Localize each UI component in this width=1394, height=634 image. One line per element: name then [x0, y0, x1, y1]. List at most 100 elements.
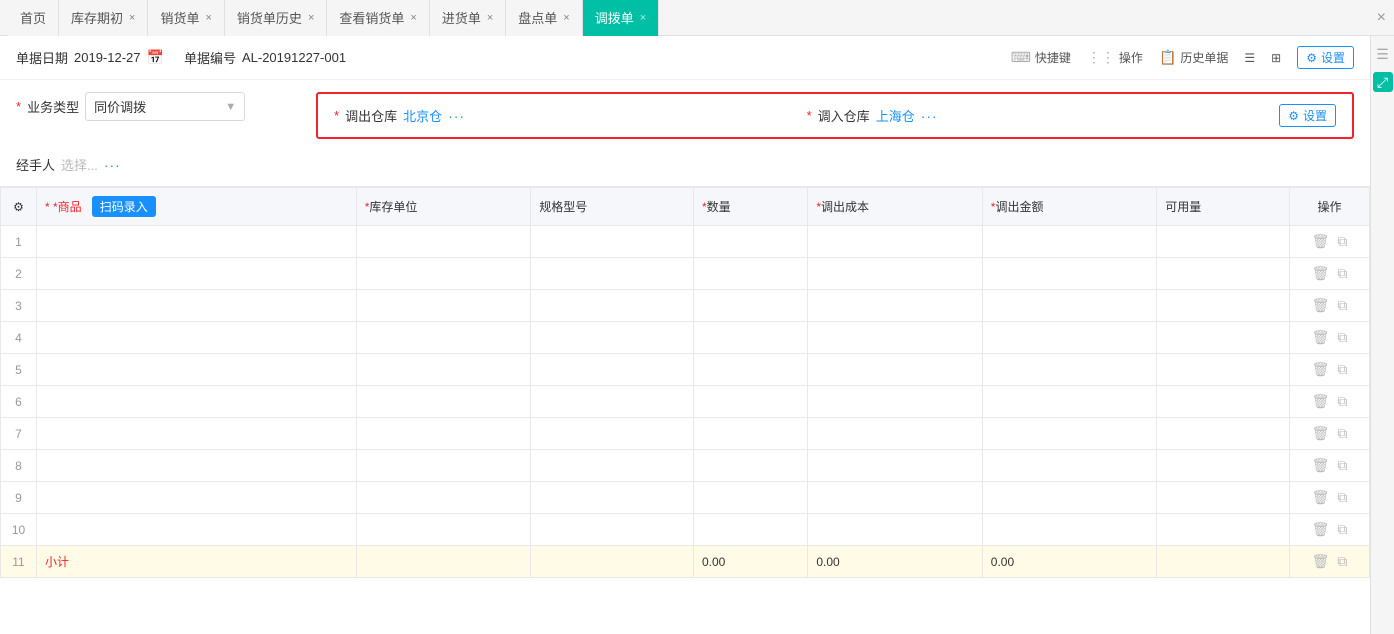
- unit-cell[interactable]: [356, 514, 530, 546]
- spec-cell[interactable]: [531, 322, 694, 354]
- cost-cell[interactable]: [808, 386, 982, 418]
- cost-cell[interactable]: [808, 226, 982, 258]
- cost-cell[interactable]: [808, 482, 982, 514]
- tab-home[interactable]: 首页: [8, 0, 59, 36]
- operations-action[interactable]: ⋮⋮ 操作: [1087, 49, 1143, 66]
- delete-icon[interactable]: 🗑: [1312, 361, 1330, 378]
- quantity-cell[interactable]: [693, 418, 807, 450]
- delete-icon[interactable]: 🗑: [1312, 521, 1330, 538]
- copy-icon[interactable]: ⧉: [1337, 393, 1347, 410]
- product-cell[interactable]: [37, 386, 357, 418]
- quantity-cell[interactable]: [693, 386, 807, 418]
- unit-cell[interactable]: [356, 354, 530, 386]
- col-gear[interactable]: ⚙: [1, 188, 37, 226]
- delete-icon[interactable]: 🗑: [1312, 297, 1330, 314]
- spec-cell[interactable]: [531, 290, 694, 322]
- tab-sales-order-close[interactable]: ×: [205, 12, 211, 24]
- unit-cell[interactable]: [356, 322, 530, 354]
- scan-button[interactable]: 扫码录入: [92, 196, 156, 217]
- product-cell[interactable]: [37, 226, 357, 258]
- handler-more-button[interactable]: ···: [104, 157, 121, 173]
- quantity-cell[interactable]: [693, 354, 807, 386]
- quantity-cell[interactable]: [693, 290, 807, 322]
- quantity-cell[interactable]: [693, 258, 807, 290]
- delete-icon[interactable]: 🗑: [1312, 265, 1330, 282]
- product-cell[interactable]: [37, 290, 357, 322]
- copy-icon[interactable]: ⧉: [1337, 265, 1347, 282]
- unit-cell[interactable]: [356, 258, 530, 290]
- layout2-action[interactable]: ⊞: [1271, 51, 1281, 65]
- product-cell[interactable]: [37, 482, 357, 514]
- settings-button[interactable]: ⚙ 设置: [1297, 46, 1354, 69]
- unit-cell[interactable]: [356, 418, 530, 450]
- quantity-cell[interactable]: [693, 514, 807, 546]
- product-cell[interactable]: [37, 322, 357, 354]
- amount-cell[interactable]: [982, 386, 1156, 418]
- spec-cell[interactable]: [531, 482, 694, 514]
- tab-inventory-init-close[interactable]: ×: [129, 12, 135, 24]
- warehouse-in-value[interactable]: 上海仓: [876, 106, 915, 125]
- doc-date-value[interactable]: 2019-12-27: [74, 50, 141, 65]
- spec-cell[interactable]: [531, 354, 694, 386]
- tab-sales-history-close[interactable]: ×: [308, 12, 314, 24]
- tab-purchase-order-close[interactable]: ×: [487, 12, 493, 24]
- shortcut-action[interactable]: ⌨ 快捷键: [1011, 49, 1071, 66]
- spec-cell[interactable]: [531, 418, 694, 450]
- unit-cell[interactable]: [356, 386, 530, 418]
- copy-icon[interactable]: ⧉: [1337, 489, 1347, 506]
- tab-stocktake[interactable]: 盘点单 ×: [506, 0, 582, 36]
- business-type-select[interactable]: 同价调拨 ▼: [85, 92, 245, 121]
- product-cell[interactable]: [37, 450, 357, 482]
- unit-cell[interactable]: [356, 290, 530, 322]
- warehouse-out-more-button[interactable]: ···: [448, 108, 465, 124]
- warehouse-settings-button[interactable]: ⚙ 设置: [1279, 104, 1336, 127]
- cost-cell[interactable]: [808, 514, 982, 546]
- cost-cell[interactable]: [808, 290, 982, 322]
- delete-icon[interactable]: 🗑: [1312, 393, 1330, 410]
- spec-cell[interactable]: [531, 450, 694, 482]
- tab-sales-order[interactable]: 销货单 ×: [148, 0, 224, 36]
- cost-cell[interactable]: [808, 258, 982, 290]
- amount-cell[interactable]: [982, 322, 1156, 354]
- spec-cell[interactable]: [531, 514, 694, 546]
- delete-icon[interactable]: 🗑: [1312, 457, 1330, 474]
- tab-sales-history[interactable]: 销货单历史 ×: [225, 0, 327, 36]
- copy-icon[interactable]: ⧉: [1337, 457, 1347, 474]
- unit-cell[interactable]: [356, 226, 530, 258]
- product-cell[interactable]: [37, 354, 357, 386]
- unit-cell[interactable]: [356, 482, 530, 514]
- window-close-button[interactable]: ×: [1377, 9, 1386, 27]
- quantity-cell[interactable]: [693, 226, 807, 258]
- layout1-action[interactable]: ☰: [1244, 51, 1255, 65]
- tab-transfer-close[interactable]: ×: [640, 12, 646, 24]
- tab-transfer[interactable]: 调拨单 ×: [583, 0, 659, 36]
- quantity-cell[interactable]: [693, 482, 807, 514]
- tab-purchase-order[interactable]: 进货单 ×: [430, 0, 506, 36]
- amount-cell[interactable]: [982, 450, 1156, 482]
- delete-icon[interactable]: 🗑: [1312, 329, 1330, 346]
- copy-icon[interactable]: ⧉: [1337, 329, 1347, 346]
- spec-cell[interactable]: [531, 386, 694, 418]
- quantity-cell[interactable]: [693, 322, 807, 354]
- handler-select[interactable]: 选择...: [61, 155, 98, 174]
- cost-cell[interactable]: [808, 322, 982, 354]
- amount-cell[interactable]: [982, 482, 1156, 514]
- unit-cell[interactable]: [356, 450, 530, 482]
- history-action[interactable]: 📋 历史单据: [1159, 49, 1228, 66]
- warehouse-out-value[interactable]: 北京仓: [403, 106, 442, 125]
- cost-cell[interactable]: [808, 450, 982, 482]
- cost-cell[interactable]: [808, 354, 982, 386]
- warehouse-in-more-button[interactable]: ···: [921, 108, 938, 124]
- delete-icon[interactable]: 🗑: [1312, 425, 1330, 442]
- sidebar-expand-icon[interactable]: ⤢: [1373, 72, 1393, 92]
- copy-icon[interactable]: ⧉: [1337, 521, 1347, 538]
- amount-cell[interactable]: [982, 258, 1156, 290]
- product-cell[interactable]: [37, 418, 357, 450]
- product-cell[interactable]: [37, 514, 357, 546]
- spec-cell[interactable]: [531, 226, 694, 258]
- copy-icon[interactable]: ⧉: [1337, 553, 1347, 570]
- copy-icon[interactable]: ⧉: [1337, 361, 1347, 378]
- amount-cell[interactable]: [982, 354, 1156, 386]
- spec-cell[interactable]: [531, 258, 694, 290]
- amount-cell[interactable]: [982, 290, 1156, 322]
